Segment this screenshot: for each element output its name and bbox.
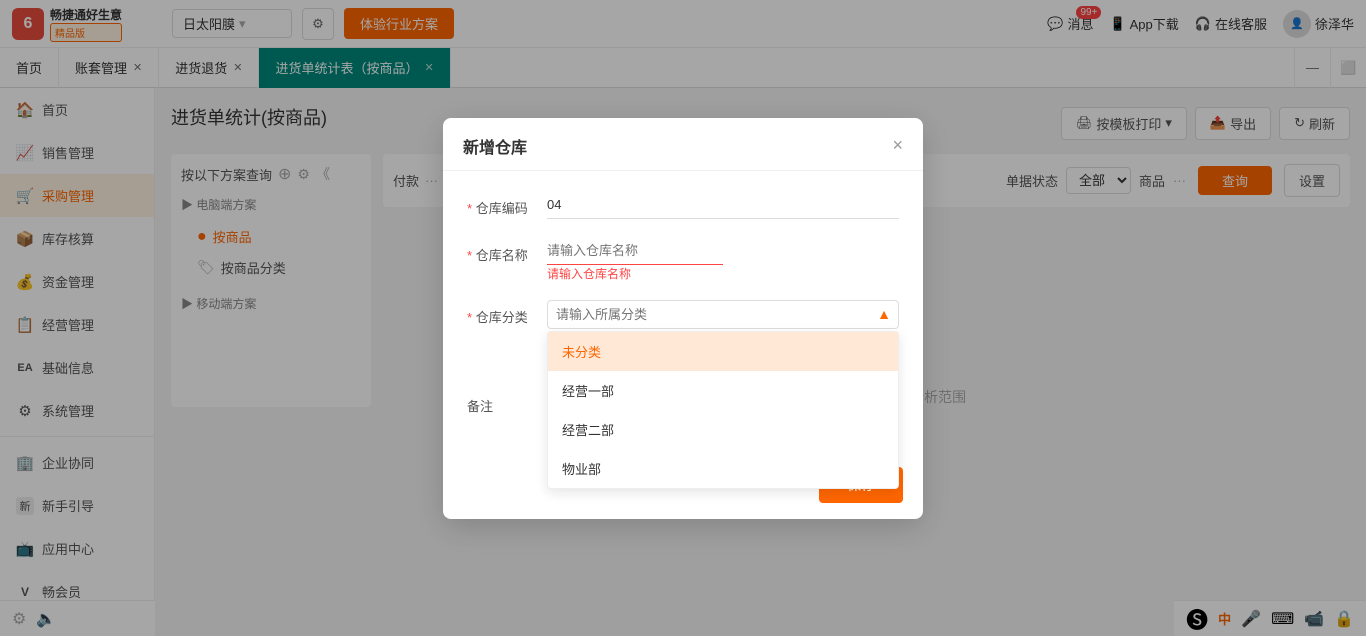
warehouse-category-row: * 仓库分类 ▲ 未分类 经营一部 经营二部 物业部 <box>467 300 899 329</box>
dialog-title: 新增仓库 <box>463 134 527 158</box>
dropdown-item-dept1[interactable]: 经营一部 <box>548 371 898 410</box>
warehouse-name-row: * 仓库名称 请输入仓库名称 <box>467 237 899 282</box>
warehouse-name-input[interactable] <box>547 237 723 265</box>
warehouse-name-label: * 仓库名称 <box>467 238 547 264</box>
dropdown-item-uncategorized[interactable]: 未分类 <box>548 332 898 371</box>
dropdown-item-dept3[interactable]: 物业部 <box>548 449 898 488</box>
dropdown-item-dept2[interactable]: 经营二部 <box>548 410 898 449</box>
category-arrow-icon[interactable]: ▲ <box>877 306 891 322</box>
notes-label: 备注 <box>467 389 547 415</box>
required-star-name: * <box>467 248 472 263</box>
warehouse-name-error: 请输入仓库名称 <box>547 267 631 281</box>
required-star: * <box>467 201 472 216</box>
modal-overlay: 新增仓库 × * 仓库编码 * 仓库名称 <box>0 0 1366 636</box>
warehouse-code-input[interactable] <box>547 191 899 219</box>
category-dropdown: 未分类 经营一部 经营二部 物业部 <box>547 331 899 489</box>
dialog-header: 新增仓库 × <box>443 118 923 171</box>
warehouse-code-row: * 仓库编码 <box>467 191 899 219</box>
warehouse-category-label: * 仓库分类 <box>467 300 547 326</box>
error-msg-area: 请输入仓库名称 <box>547 265 631 282</box>
category-input[interactable] <box>547 300 899 329</box>
warehouse-dialog: 新增仓库 × * 仓库编码 * 仓库名称 <box>443 118 923 519</box>
dialog-close-button[interactable]: × <box>892 135 903 156</box>
warehouse-name-input-row: * 仓库名称 <box>467 237 723 265</box>
dialog-body: * 仓库编码 * 仓库名称 请输入仓库名称 <box>443 171 923 455</box>
required-star-cat: * <box>467 310 472 325</box>
category-wrapper: ▲ 未分类 经营一部 经营二部 物业部 <box>547 300 899 329</box>
warehouse-code-label: * 仓库编码 <box>467 191 547 217</box>
